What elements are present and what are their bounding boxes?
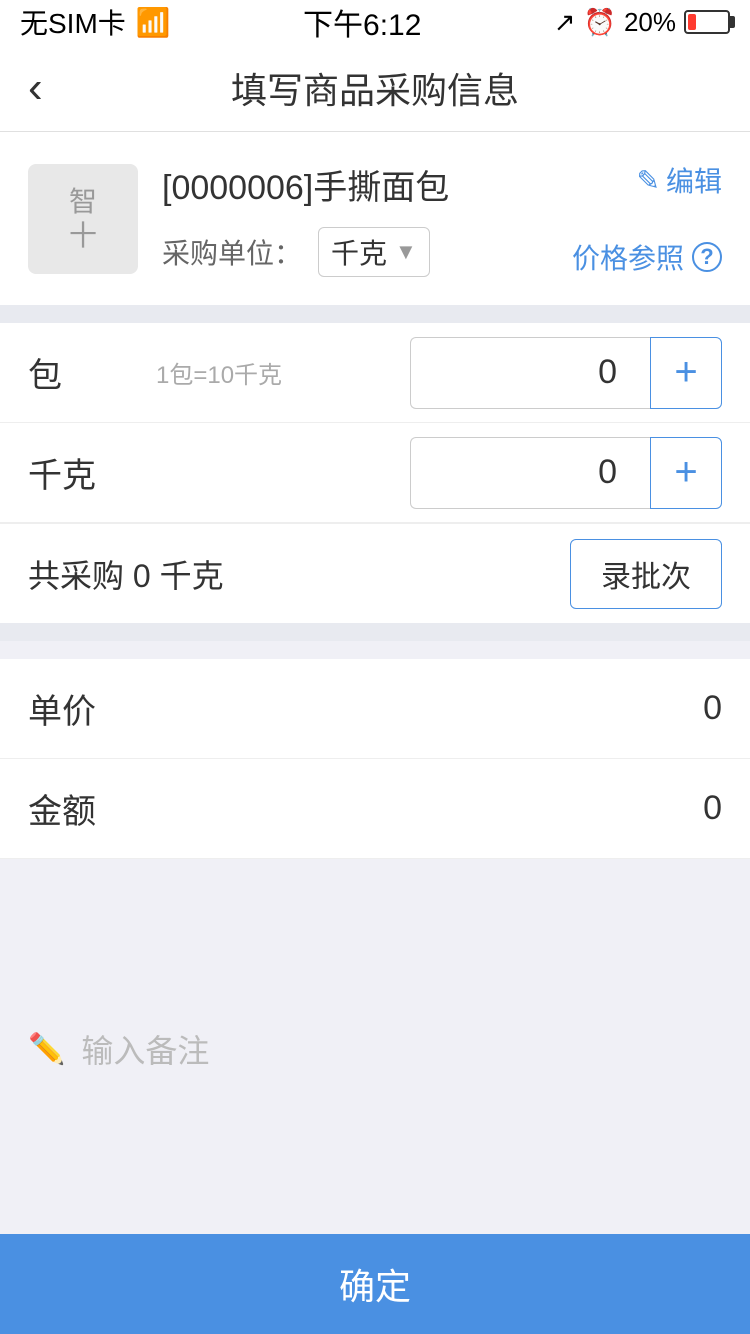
status-bar: 无SIM卡 📶 下午6:12 ↗ ⏰ 20% bbox=[0, 0, 750, 44]
bao-label: 包 bbox=[28, 348, 148, 397]
amount-row: 金额 0 bbox=[0, 759, 750, 859]
bao-quantity-input[interactable] bbox=[410, 337, 650, 409]
amount-label: 金额 bbox=[28, 784, 96, 833]
chevron-down-icon: ▼ bbox=[395, 239, 417, 265]
pencil-icon: ✏️ bbox=[28, 1032, 65, 1067]
battery-percent: 20% bbox=[624, 7, 676, 38]
unit-price-value: 0 bbox=[703, 689, 722, 728]
bao-input-right: + bbox=[410, 337, 722, 409]
battery-icon bbox=[684, 10, 730, 34]
bao-sublabel: 1包=10千克 bbox=[156, 355, 282, 390]
bao-plus-button[interactable]: + bbox=[650, 337, 722, 409]
edit-icon: ✎ bbox=[637, 164, 660, 197]
kg-input-row: 千克 + bbox=[0, 423, 750, 523]
input-section: 包 1包=10千克 + 千克 + 共采购 0 千克 录批次 bbox=[0, 323, 750, 623]
batch-button[interactable]: 录批次 bbox=[570, 539, 722, 609]
location-icon: ↗ bbox=[554, 7, 576, 38]
back-button[interactable]: ‹ bbox=[28, 63, 43, 113]
notes-placeholder: 输入备注 bbox=[81, 1026, 209, 1072]
confirm-bar[interactable]: 确定 bbox=[0, 1234, 750, 1334]
plus-icon: + bbox=[674, 350, 697, 395]
status-time: 下午6:12 bbox=[303, 0, 421, 44]
nav-bar: ‹ 填写商品采购信息 bbox=[0, 44, 750, 132]
plus-icon-2: + bbox=[674, 450, 697, 495]
section-divider-2 bbox=[0, 623, 750, 641]
unit-price-label: 单价 bbox=[28, 684, 96, 733]
summary-text: 共采购 0 千克 bbox=[28, 551, 224, 597]
kg-plus-button[interactable]: + bbox=[650, 437, 722, 509]
status-left: 无SIM卡 📶 bbox=[20, 2, 171, 42]
product-thumbnail: 智 十 bbox=[28, 164, 138, 274]
notes-section[interactable]: ✏️ 输入备注 bbox=[0, 859, 750, 1239]
unit-selector[interactable]: 千克 ▼ bbox=[318, 227, 430, 277]
wifi-icon: 📶 bbox=[136, 6, 171, 39]
carrier-text: 无SIM卡 bbox=[20, 2, 126, 42]
product-card: 智 十 [0000006]手撕面包 采购单位： 千克 ▼ ✎ 编辑 价格参照 ? bbox=[0, 132, 750, 305]
unit-label: 采购单位： bbox=[162, 232, 302, 272]
kg-quantity-input[interactable] bbox=[410, 437, 650, 509]
bao-input-row: 包 1包=10千克 + bbox=[0, 323, 750, 423]
kg-input-right: + bbox=[410, 437, 722, 509]
unit-price-row: 单价 0 bbox=[0, 659, 750, 759]
help-icon: ? bbox=[692, 242, 722, 272]
confirm-button-label: 确定 bbox=[339, 1258, 411, 1310]
unit-value: 千克 bbox=[331, 232, 387, 272]
price-section: 单价 0 金额 0 bbox=[0, 659, 750, 859]
product-logo: 智 十 bbox=[69, 185, 97, 252]
amount-value: 0 bbox=[703, 789, 722, 828]
status-right: ↗ ⏰ 20% bbox=[554, 7, 730, 38]
page-title: 填写商品采购信息 bbox=[231, 62, 519, 114]
edit-button[interactable]: ✎ 编辑 bbox=[637, 160, 722, 200]
section-divider-1 bbox=[0, 305, 750, 323]
summary-row: 共采购 0 千克 录批次 bbox=[0, 523, 750, 623]
kg-label: 千克 bbox=[28, 448, 148, 497]
price-ref-button[interactable]: 价格参照 ? bbox=[572, 237, 722, 277]
alarm-icon: ⏰ bbox=[584, 7, 616, 38]
